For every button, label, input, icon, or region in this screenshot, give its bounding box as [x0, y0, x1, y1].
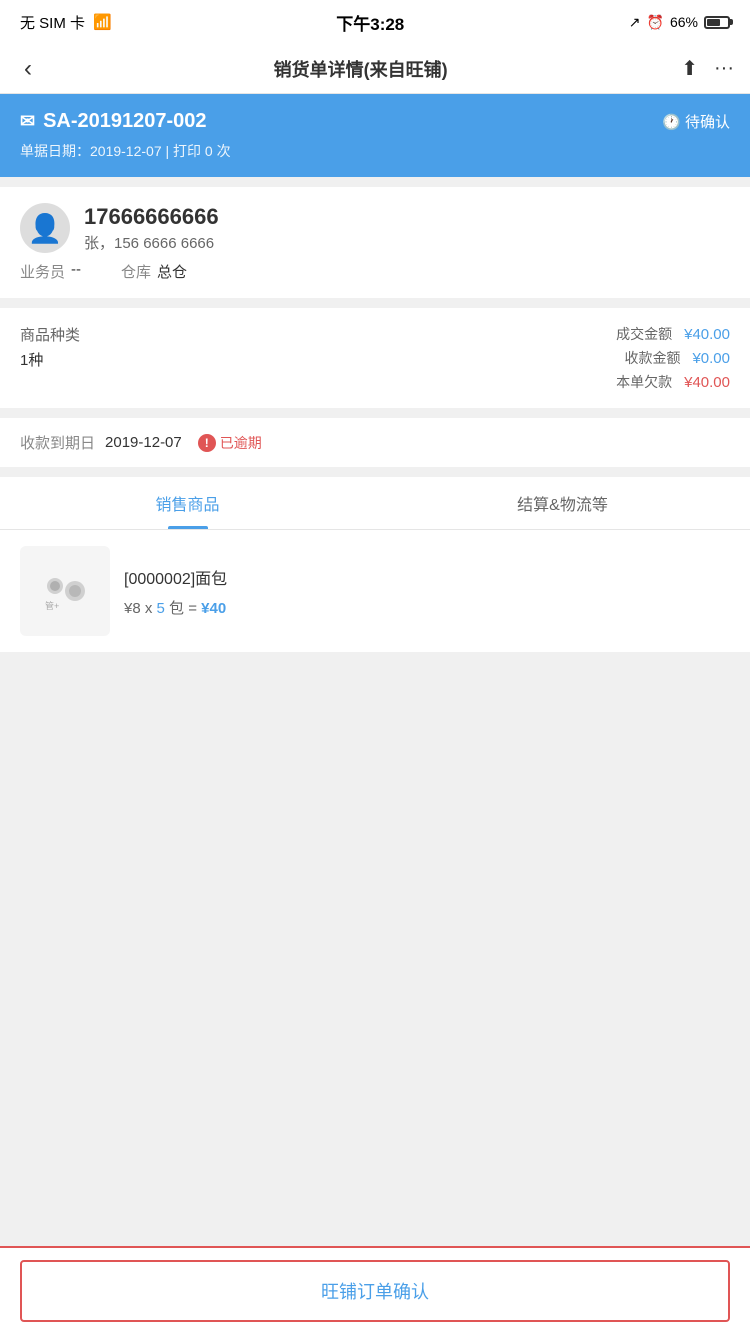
outstanding-amount-value: ¥40.00 — [684, 374, 730, 391]
due-date-label: 收款到期日 — [20, 432, 95, 453]
more-button[interactable]: ··· — [714, 57, 734, 80]
page-title: 销货单详情(来自旺铺) — [274, 56, 448, 82]
nav-bar: ‹ 销货单详情(来自旺铺) ⬆ ··· — [0, 44, 750, 94]
battery-indicator — [704, 16, 730, 29]
product-calc: ¥8 x 5 包 = ¥40 — [124, 597, 730, 618]
product-section: 管+ [0000002]面包 ¥8 x 5 包 = ¥40 — [0, 530, 750, 653]
product-image: 管+ — [20, 546, 110, 636]
warehouse-field: 仓库 总仓 — [121, 261, 187, 282]
multiply-sign: x — [145, 600, 157, 617]
svg-text:管+: 管+ — [45, 600, 59, 611]
amount-summary: 成交金额 ¥40.00 收款金额 ¥0.00 本单欠款 ¥40.00 — [616, 324, 730, 392]
customer-card: 👤 17666666666 张，156 6666 6666 业务员 -- 仓库 … — [0, 187, 750, 298]
product-total: ¥40 — [201, 600, 226, 617]
bottom-bar: 旺铺订单确认 — [0, 1246, 750, 1334]
customer-phone: 17666666666 — [84, 204, 219, 230]
received-amount-label: 收款金额 — [624, 348, 680, 368]
equals-sign: = — [188, 600, 201, 617]
status-bar: 无 SIM 卡 📶 下午3:28 ↗ ⏰ 66% — [0, 0, 750, 44]
product-qty: 5 — [157, 600, 165, 617]
product-placeholder-icon: 管+ — [40, 571, 90, 611]
transaction-amount-label: 成交金额 — [616, 324, 672, 344]
location-icon: ↗ — [629, 14, 641, 31]
back-button[interactable]: ‹ — [16, 47, 40, 91]
carrier-label: 无 SIM 卡 — [20, 12, 85, 33]
product-unit: 包 — [169, 600, 184, 617]
avatar: 👤 — [20, 203, 70, 253]
confirm-order-button[interactable]: 旺铺订单确认 — [20, 1260, 730, 1322]
order-id: ✉ SA-20191207-002 — [20, 110, 207, 133]
product-types: 商品种类 1种 — [20, 324, 80, 370]
due-date-card: 收款到期日 2019-12-07 ! 已逾期 — [0, 418, 750, 467]
tab-settlement[interactable]: 结算&物流等 — [375, 477, 750, 529]
tab-products[interactable]: 销售商品 — [0, 477, 375, 529]
avatar-icon: 👤 — [28, 212, 63, 245]
share-button[interactable]: ⬆ — [681, 56, 698, 81]
product-name: [0000002]面包 — [124, 565, 730, 589]
product-item: 管+ [0000002]面包 ¥8 x 5 包 = ¥40 — [0, 530, 750, 653]
battery-label: 66% — [670, 14, 698, 30]
overdue-label: 已逾期 — [220, 433, 262, 453]
nav-actions: ⬆ ··· — [681, 56, 734, 81]
customer-meta: 业务员 -- 仓库 总仓 — [20, 261, 730, 282]
alarm-icon: ⏰ — [647, 14, 664, 31]
product-info: [0000002]面包 ¥8 x 5 包 = ¥40 — [124, 565, 730, 618]
received-amount-row: 收款金额 ¥0.00 — [624, 348, 730, 368]
overdue-badge: ! 已逾期 — [198, 433, 262, 453]
outstanding-amount-row: 本单欠款 ¥40.00 — [616, 372, 730, 392]
salesperson-value: -- — [71, 261, 81, 282]
order-header: ✉ SA-20191207-002 🕐 待确认 单据日期：2019-12-07 … — [0, 94, 750, 177]
customer-name: 张，156 6666 6666 — [84, 232, 219, 253]
outstanding-amount-label: 本单欠款 — [616, 372, 672, 392]
salesperson-field: 业务员 -- — [20, 261, 81, 282]
order-date: 单据日期：2019-12-07 | 打印 0 次 — [20, 141, 730, 161]
received-amount-value: ¥0.00 — [692, 350, 730, 367]
status-bar-left: 无 SIM 卡 📶 — [20, 12, 112, 33]
due-date-value: 2019-12-07 — [105, 434, 182, 451]
order-icon: ✉ — [20, 111, 35, 132]
warehouse-value: 总仓 — [157, 261, 187, 282]
summary-card: 商品种类 1种 成交金额 ¥40.00 收款金额 ¥0.00 本单欠款 ¥40.… — [0, 308, 750, 408]
empty-area — [0, 653, 750, 893]
salesperson-label: 业务员 — [20, 261, 65, 282]
status-bar-right: ↗ ⏰ 66% — [629, 14, 730, 31]
wifi-icon: 📶 — [93, 13, 112, 31]
product-types-value: 1种 — [20, 349, 80, 370]
transaction-amount-row: 成交金额 ¥40.00 — [616, 324, 730, 344]
warehouse-label: 仓库 — [121, 261, 151, 282]
tab-bar: 销售商品 结算&物流等 — [0, 477, 750, 530]
product-price: ¥8 — [124, 600, 141, 617]
product-types-label: 商品种类 — [20, 324, 80, 345]
status-icon: 🕐 — [662, 113, 681, 131]
transaction-amount-value: ¥40.00 — [684, 326, 730, 343]
status-bar-time: 下午3:28 — [336, 10, 404, 35]
overdue-icon: ! — [198, 434, 216, 452]
order-status: 🕐 待确认 — [662, 111, 730, 132]
